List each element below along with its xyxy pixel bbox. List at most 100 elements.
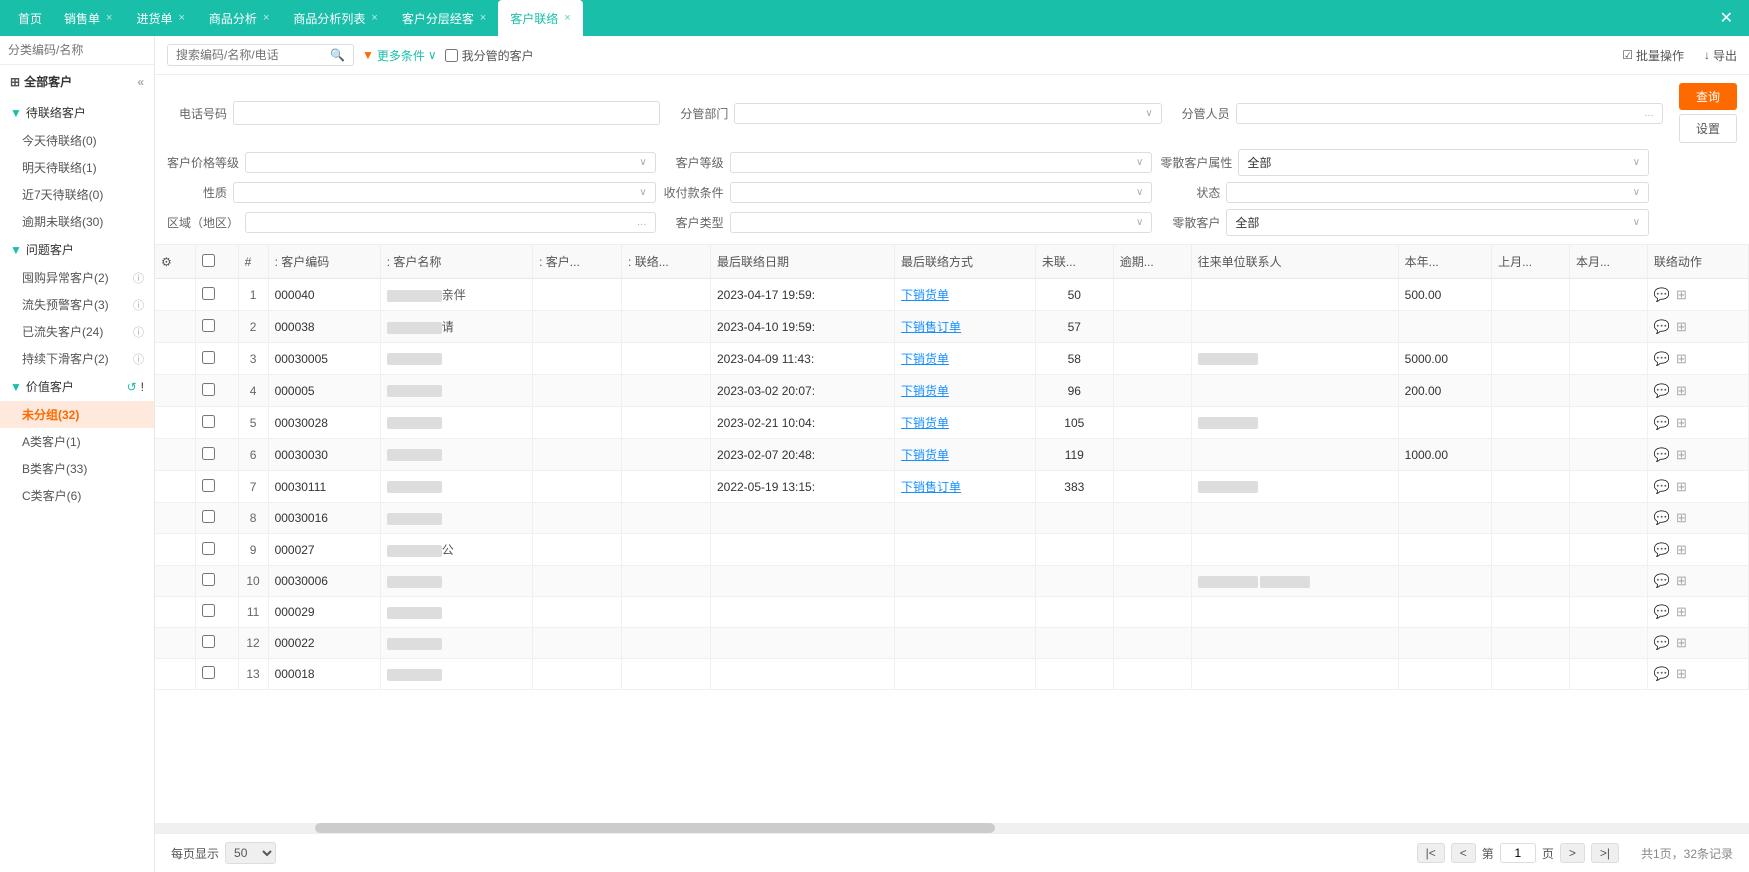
sidebar-all-customers[interactable]: ⊞ 全部客户 « <box>0 65 154 98</box>
grid-action-icon[interactable]: ⊞ <box>1676 666 1687 682</box>
grid-action-icon[interactable]: ⊞ <box>1676 542 1687 558</box>
sidebar-item-abnormal[interactable]: 囤购异常客户(2) ⓘ <box>0 264 154 291</box>
row-checkbox[interactable] <box>202 351 215 364</box>
row-checkbox[interactable] <box>202 666 215 679</box>
gear-icon[interactable]: ⚙ <box>161 255 172 269</box>
grid-action-icon[interactable]: ⊞ <box>1676 510 1687 526</box>
nav-tab-purchase[interactable]: 进货单 × <box>124 0 196 36</box>
chat-icon[interactable]: 💬 <box>1654 604 1670 620</box>
contact-method-link[interactable]: 下销售订单 <box>901 320 961 334</box>
grid-action-icon[interactable]: ⊞ <box>1676 319 1687 335</box>
last-page-button[interactable]: >| <box>1591 843 1619 863</box>
nature-select[interactable]: ∨ <box>233 182 656 203</box>
nav-tab-customer-contact[interactable]: 客户联络 × <box>498 0 582 36</box>
chat-icon[interactable]: 💬 <box>1654 479 1670 495</box>
sidebar-item-ungroup[interactable]: 未分组(32) <box>0 401 154 428</box>
region-select[interactable]: … <box>245 212 656 233</box>
level-select[interactable]: ∨ <box>730 152 1153 173</box>
select-all-checkbox[interactable] <box>202 254 215 267</box>
more-filter-button[interactable]: ▼ 更多条件 ∨ <box>362 47 437 64</box>
row-checkbox[interactable] <box>202 447 215 460</box>
sidebar-search-input[interactable] <box>8 43 155 57</box>
close-tab-analysis-list[interactable]: × <box>371 12 377 24</box>
chat-icon[interactable]: 💬 <box>1654 351 1670 367</box>
payment-select[interactable]: ∨ <box>730 182 1153 203</box>
nav-tab-analysis[interactable]: 商品分析 × <box>197 0 281 36</box>
retail-select[interactable]: 全部 ∨ <box>1226 209 1649 236</box>
next-page-button[interactable]: > <box>1560 843 1585 863</box>
chat-icon[interactable]: 💬 <box>1654 319 1670 335</box>
close-tab-analysis[interactable]: × <box>263 12 269 24</box>
customertype-select[interactable]: ∨ <box>730 212 1153 233</box>
contact-method-link[interactable]: 下销货单 <box>901 352 949 366</box>
sidebar-group-problem[interactable]: ▼ 问题客户 <box>0 235 154 264</box>
chat-icon[interactable]: 💬 <box>1654 383 1670 399</box>
scrollbar-thumb[interactable] <box>315 823 995 833</box>
sidebar-group-value[interactable]: ▼ 价值客户 ↺ ! <box>0 372 154 401</box>
grid-action-icon[interactable]: ⊞ <box>1676 479 1687 495</box>
status-select[interactable]: ∨ <box>1226 182 1649 203</box>
dept-select[interactable]: ∨ <box>734 103 1161 124</box>
chat-icon[interactable]: 💬 <box>1654 287 1670 303</box>
sidebar-item-churned[interactable]: 已流失客户(24) ⓘ <box>0 318 154 345</box>
collapse-icon[interactable]: « <box>137 75 144 89</box>
grid-action-icon[interactable]: ⊞ <box>1676 383 1687 399</box>
row-checkbox[interactable] <box>202 319 215 332</box>
sidebar-item-overdue[interactable]: 逾期未联络(30) <box>0 208 154 235</box>
nav-tab-analysis-list[interactable]: 商品分析列表 × <box>281 0 389 36</box>
row-checkbox[interactable] <box>202 479 215 492</box>
contact-method-link[interactable]: 下销售订单 <box>901 480 961 494</box>
grid-action-icon[interactable]: ⊞ <box>1676 287 1687 303</box>
chat-icon[interactable]: 💬 <box>1654 542 1670 558</box>
sidebar-item-churn-warning[interactable]: 流失预警客户(3) ⓘ <box>0 291 154 318</box>
row-checkbox[interactable] <box>202 383 215 396</box>
nav-tab-sales[interactable]: 销售单 × <box>52 0 124 36</box>
sidebar-item-declining[interactable]: 持续下滑客户(2) ⓘ <box>0 345 154 372</box>
retail-attr-select[interactable]: 全部 ∨ <box>1238 149 1649 176</box>
sidebar-item-tomorrow[interactable]: 明天待联络(1) <box>0 154 154 181</box>
contact-method-link[interactable]: 下销货单 <box>901 448 949 462</box>
prev-page-button[interactable]: < <box>1451 843 1476 863</box>
query-button[interactable]: 查询 <box>1679 83 1737 110</box>
chat-icon[interactable]: 💬 <box>1654 573 1670 589</box>
gear-col[interactable]: ⚙ <box>155 245 195 279</box>
contact-method-link[interactable]: 下销货单 <box>901 416 949 430</box>
export-button[interactable]: ↓ 导出 <box>1704 47 1737 64</box>
chat-icon[interactable]: 💬 <box>1654 510 1670 526</box>
sidebar-item-class-a[interactable]: A类客户(1) <box>0 428 154 455</box>
chat-icon[interactable]: 💬 <box>1654 447 1670 463</box>
row-checkbox[interactable] <box>202 635 215 648</box>
row-checkbox[interactable] <box>202 415 215 428</box>
close-tab-customer-contact[interactable]: × <box>564 12 570 24</box>
chat-icon[interactable]: 💬 <box>1654 415 1670 431</box>
horizontal-scrollbar[interactable] <box>155 823 1749 833</box>
phone-input[interactable] <box>233 101 660 125</box>
sidebar-item-class-c[interactable]: C类客户(6) <box>0 482 154 509</box>
sidebar-item-class-b[interactable]: B类客户(33) <box>0 455 154 482</box>
pricelevel-select[interactable]: ∨ <box>245 152 656 173</box>
window-close-button[interactable]: ✕ <box>1712 8 1741 28</box>
grid-action-icon[interactable]: ⊞ <box>1676 447 1687 463</box>
main-search-input[interactable] <box>176 48 326 62</box>
nav-tab-customer-tier[interactable]: 客户分层经客 × <box>390 0 498 36</box>
main-search-icon[interactable]: 🔍 <box>330 48 345 62</box>
grid-action-icon[interactable]: ⊞ <box>1676 635 1687 651</box>
refresh-icon[interactable]: ↺ <box>127 380 137 394</box>
close-tab-purchase[interactable]: × <box>178 12 184 24</box>
batch-operation-button[interactable]: ☑ 批量操作 <box>1622 47 1684 64</box>
contact-method-link[interactable]: 下销货单 <box>901 288 949 302</box>
first-page-button[interactable]: |< <box>1417 843 1445 863</box>
row-checkbox[interactable] <box>202 542 215 555</box>
page-number-input[interactable] <box>1500 843 1536 863</box>
my-customers-checkbox[interactable]: 我分管的客户 <box>445 47 534 64</box>
row-checkbox[interactable] <box>202 573 215 586</box>
sidebar-item-today[interactable]: 今天待联络(0) <box>0 127 154 154</box>
sidebar-group-pending[interactable]: ▼ 待联络客户 <box>0 98 154 127</box>
nav-home[interactable]: 首页 <box>8 0 52 36</box>
sidebar-item-7days[interactable]: 近7天待联络(0) <box>0 181 154 208</box>
row-checkbox[interactable] <box>202 604 215 617</box>
chat-icon[interactable]: 💬 <box>1654 635 1670 651</box>
staff-select[interactable]: … <box>1236 103 1663 124</box>
grid-action-icon[interactable]: ⊞ <box>1676 415 1687 431</box>
my-customers-check[interactable] <box>445 49 458 62</box>
